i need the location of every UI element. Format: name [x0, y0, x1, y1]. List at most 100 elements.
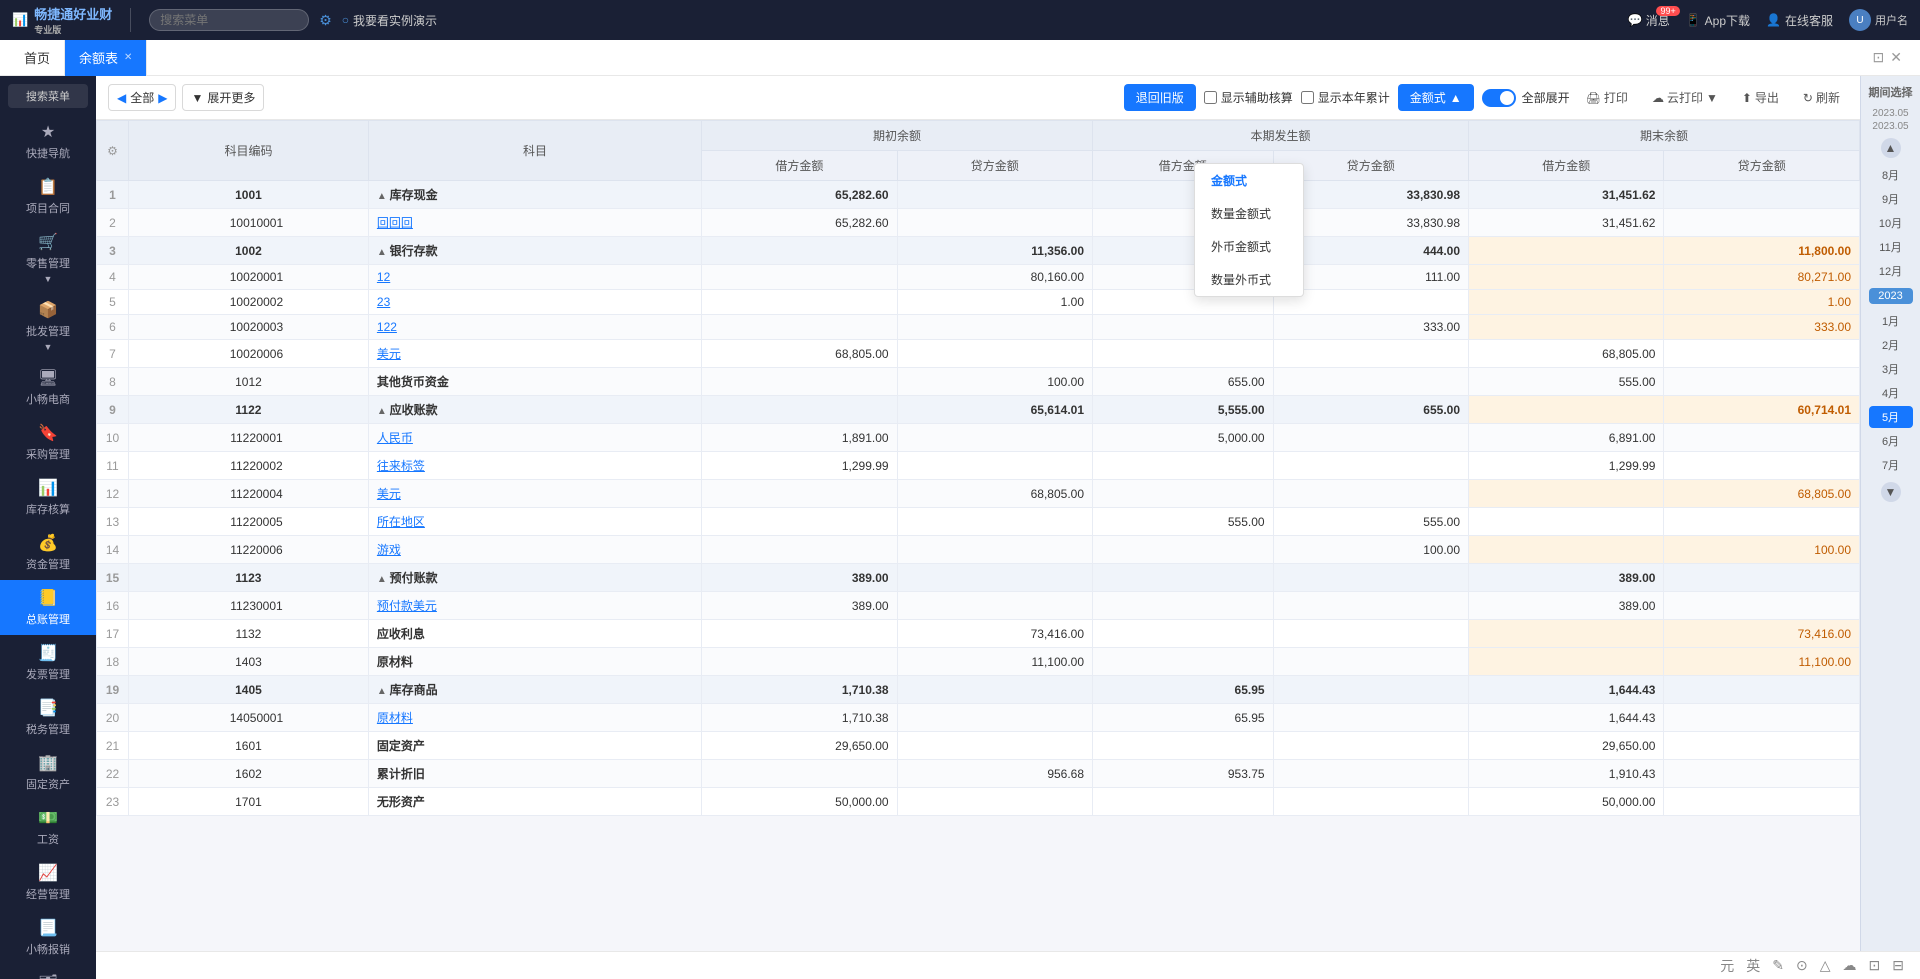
sidebar-item-salary[interactable]: 💵 工资 [0, 800, 96, 855]
cloud-print-button[interactable]: ☁ 云打印 ▼ [1644, 85, 1726, 110]
cur-dr-20 [1093, 732, 1274, 760]
breadcrumb-button[interactable]: ◀ 全部 ▶ [108, 84, 176, 111]
account-name-10[interactable]: 往来标签 [368, 452, 701, 480]
bottom-yuan-icon[interactable]: 元 [1720, 956, 1734, 976]
sidebar-item-capital[interactable]: 💰 资金管理 [0, 525, 96, 580]
month-3[interactable]: 3月 [1869, 358, 1913, 380]
sidebar-item-retail[interactable]: 🛒 零售管理 ▼ [0, 224, 96, 292]
cur-dr-7: 655.00 [1093, 368, 1274, 396]
account-name-17: 原材料 [368, 648, 701, 676]
settings-icon[interactable]: ⚙ [319, 12, 332, 29]
prev-year-button[interactable]: ▲ [1881, 138, 1901, 158]
sidebar-item-reports[interactable]: 📃 小畅报销 [0, 910, 96, 965]
month-10[interactable]: 10月 [1869, 212, 1913, 234]
back-old-version-button[interactable]: 退回旧版 [1124, 84, 1196, 111]
message-icon: 💬 [1628, 13, 1643, 27]
month-1[interactable]: 1月 [1869, 310, 1913, 332]
cb-cr-13: 100.00 [1664, 536, 1860, 564]
table-settings-icon[interactable]: ⚙ [107, 144, 118, 158]
tab-home[interactable]: 首页 [10, 40, 65, 76]
print-button[interactable]: 🖨 打印 [1578, 85, 1636, 110]
month-7[interactable]: 7月 [1869, 454, 1913, 476]
sidebar-item-invoice[interactable]: 🧾 发票管理 [0, 635, 96, 690]
account-name-13[interactable]: 游戏 [368, 536, 701, 564]
tab-close-button[interactable]: ✕ [124, 52, 132, 63]
bottom-en-icon[interactable]: 英 [1746, 956, 1760, 976]
month-12[interactable]: 12月 [1869, 260, 1913, 282]
dropdown-item-qty-foreign[interactable]: 数量外币式 [1195, 263, 1303, 296]
tab-balance[interactable]: 余额表 ✕ [65, 40, 147, 76]
export-button[interactable]: ⬆ 导出 [1734, 85, 1787, 110]
ytd-checkbox[interactable] [1301, 91, 1314, 104]
month-9[interactable]: 9月 [1869, 188, 1913, 210]
amount-mode-button[interactable]: 金额式 ▲ [1398, 84, 1474, 111]
bottom-edit-icon[interactable]: ✎ [1772, 957, 1784, 974]
cb-dr-22: 50,000.00 [1469, 788, 1664, 816]
account-name-12[interactable]: 所在地区 [368, 508, 701, 536]
account-name-15[interactable]: 预付款美元 [368, 592, 701, 620]
account-code-4: 10020002 [129, 290, 369, 315]
bottom-box1-icon[interactable]: ⊡ [1869, 957, 1881, 974]
expand-more-button[interactable]: ▼ 展开更多 [182, 84, 264, 111]
account-name-5[interactable]: 122 [368, 315, 701, 340]
month-6[interactable]: 6月 [1869, 430, 1913, 452]
expand-all-switch[interactable] [1482, 89, 1516, 107]
account-code-22: 1701 [129, 788, 369, 816]
dropdown-item-amount[interactable]: 金额式 [1195, 164, 1303, 197]
window-restore-button[interactable]: ⊡ [1873, 49, 1885, 66]
account-name-7: 其他货币资金 [368, 368, 701, 396]
next-year-button[interactable]: ▼ [1881, 482, 1901, 502]
sidebar-item-inventory[interactable]: 📊 库存核算 [0, 470, 96, 525]
sidebar-item-wholesale[interactable]: 📦 批发管理 ▼ [0, 292, 96, 360]
sidebar-item-quick-nav[interactable]: ★ 快捷导航 [0, 114, 96, 169]
month-11[interactable]: 11月 [1869, 236, 1913, 258]
account-name-19[interactable]: 原材料 [368, 704, 701, 732]
operations-icon: 📈 [38, 863, 58, 883]
dropdown-item-qty-amount[interactable]: 数量金额式 [1195, 197, 1303, 230]
account-name-6[interactable]: 美元 [368, 340, 701, 368]
bottom-box2-icon[interactable]: ⊟ [1892, 957, 1904, 974]
row-num-13: 14 [97, 536, 129, 564]
ob-cr-7: 100.00 [897, 368, 1092, 396]
settings-col-header: ⚙ [97, 121, 129, 181]
sidebar-item-tax[interactable]: 📑 税务管理 [0, 690, 96, 745]
right-arrow-icon[interactable]: ▶ [158, 91, 167, 105]
sidebar-item-assets[interactable]: 🏢 固定资产 [0, 745, 96, 800]
window-close-button[interactable]: ✕ [1890, 49, 1902, 66]
online-service-button[interactable]: 👤 在线客服 [1766, 12, 1833, 29]
sidebar-item-purchase[interactable]: 🔖 采购管理 [0, 415, 96, 470]
top-search-input[interactable] [149, 9, 309, 31]
account-name-1[interactable]: 回回回 [368, 209, 701, 237]
auxiliary-checkbox[interactable] [1204, 91, 1217, 104]
sidebar-item-basic[interactable]: 🗂 基础信息 [0, 965, 96, 979]
bottom-eye-icon[interactable]: ⊙ [1796, 957, 1808, 974]
account-name-4[interactable]: 23 [368, 290, 701, 315]
account-name-11[interactable]: 美元 [368, 480, 701, 508]
account-name-3[interactable]: 12 [368, 265, 701, 290]
sidebar-item-ecommerce[interactable]: 🖥 小畅电商 [0, 360, 96, 415]
month-5[interactable]: 5月 [1869, 406, 1913, 428]
bottom-triangle-icon[interactable]: △ [1820, 957, 1831, 974]
account-name-9[interactable]: 人民币 [368, 424, 701, 452]
sidebar-item-accounting[interactable]: 📒 总账管理 [0, 580, 96, 635]
month-2[interactable]: 2月 [1869, 334, 1913, 356]
ob-cr-5 [897, 315, 1092, 340]
app-download-button[interactable]: 📱 App下载 [1686, 12, 1750, 29]
cb-cr-14 [1664, 564, 1860, 592]
sidebar-item-project[interactable]: 📋 项目合同 [0, 169, 96, 224]
ob-dr-15: 389.00 [702, 592, 897, 620]
cb-dr-1: 31,451.62 [1469, 209, 1664, 237]
cb-dr-2 [1469, 237, 1664, 265]
sidebar-item-operations[interactable]: 📈 经营管理 [0, 855, 96, 910]
refresh-button[interactable]: ↻ 刷新 [1795, 85, 1848, 110]
month-4[interactable]: 4月 [1869, 382, 1913, 404]
cloud-dropdown-icon: ▼ [1706, 91, 1718, 105]
user-avatar[interactable]: U 用户名 [1849, 9, 1908, 31]
demo-link[interactable]: ○ 我要看实例演示 [342, 12, 437, 29]
message-button[interactable]: 💬 消息 99+ [1628, 12, 1670, 29]
sidebar-search[interactable]: 搜索菜单 [8, 84, 88, 108]
dropdown-item-foreign-amount[interactable]: 外币金额式 [1195, 230, 1303, 263]
month-8[interactable]: 8月 [1869, 164, 1913, 186]
cb-debit-header: 借方金额 [1469, 151, 1664, 181]
bottom-cloud-icon[interactable]: ☁ [1843, 957, 1857, 974]
